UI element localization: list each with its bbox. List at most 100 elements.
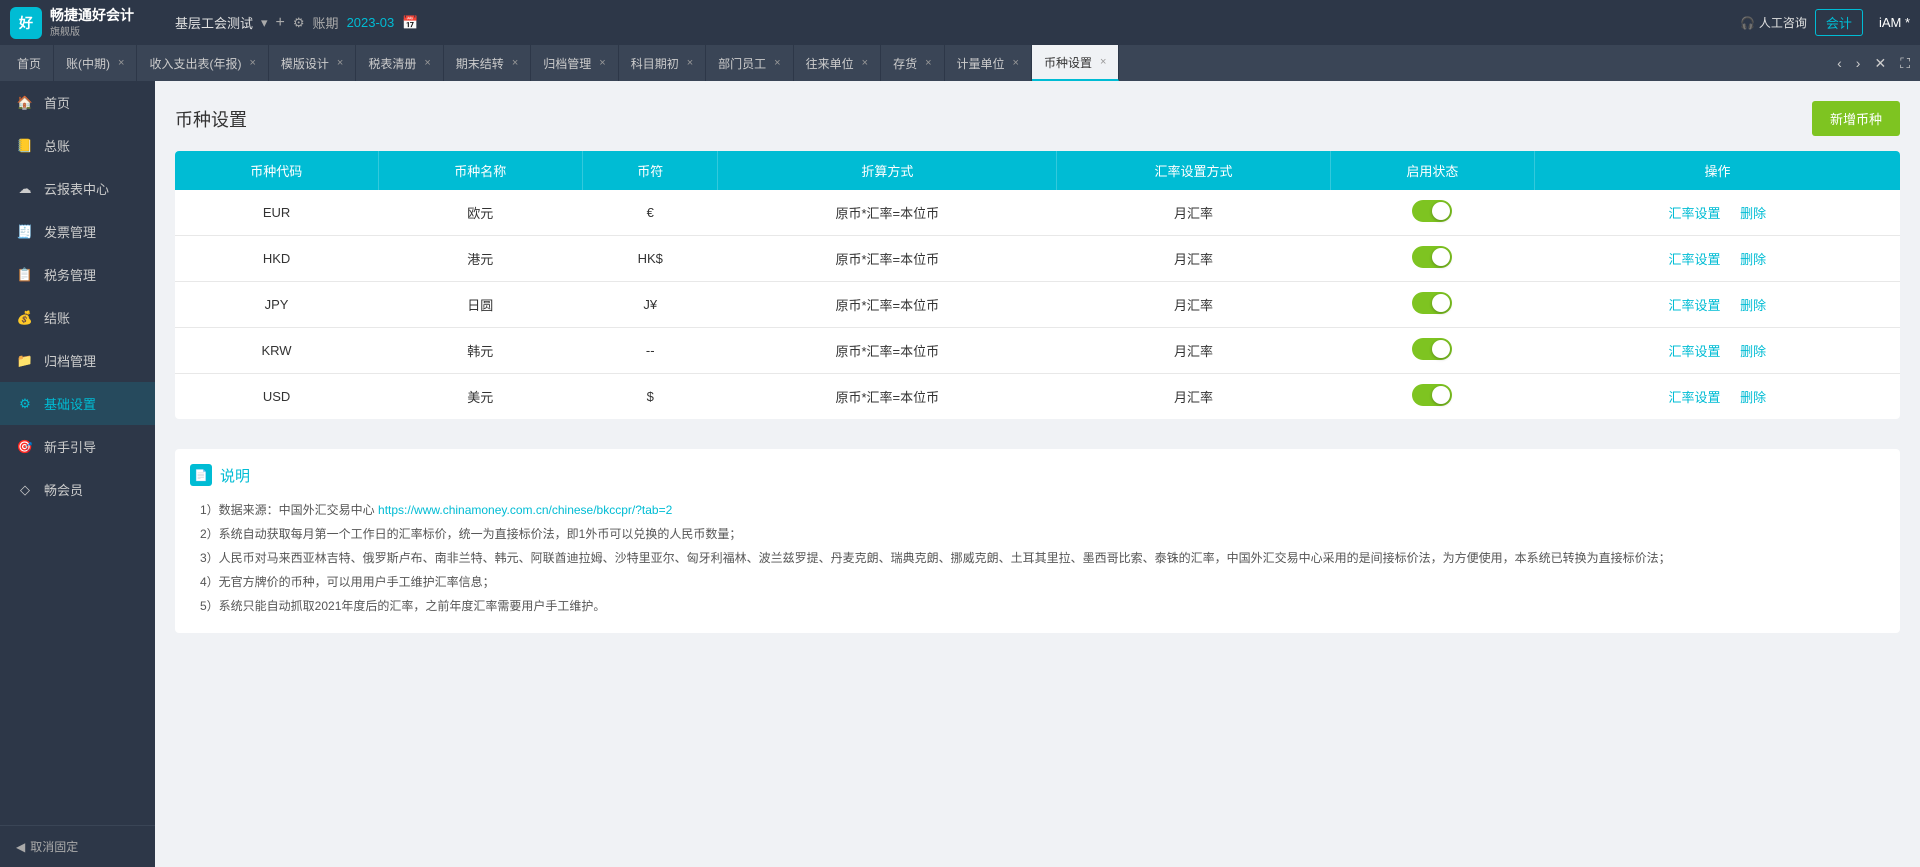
tab-close-icon[interactable]: ×: [512, 57, 518, 69]
tab-税表清册[interactable]: 税表清册×: [356, 45, 443, 81]
support-button[interactable]: 🎧 人工咨询: [1740, 14, 1807, 31]
sidebar-footer[interactable]: ◀ 取消固定: [0, 825, 155, 867]
calendar-icon[interactable]: 📅: [402, 15, 418, 31]
rate-setting-link[interactable]: 汇率设置: [1668, 390, 1720, 405]
logo-text-area: 畅捷通好会计 旗舰版: [50, 7, 134, 39]
tab-账(中期)[interactable]: 账(中期) ×: [54, 45, 137, 81]
tab-close-icon[interactable]: ×: [118, 57, 124, 69]
delete-link[interactable]: 删除: [1740, 390, 1766, 405]
tab-close-icon[interactable]: ×: [687, 57, 693, 69]
enable-status: [1330, 190, 1534, 236]
tab-收入支出表(年报)[interactable]: 收入支出表(年报) ×: [137, 45, 268, 81]
rate-setting-link[interactable]: 汇率设置: [1668, 344, 1720, 359]
tab-close-icon[interactable]: ×: [1013, 57, 1019, 69]
currency-table: 币种代码币种名称币符折算方式汇率设置方式启用状态操作 EUR欧元€原币*汇率=本…: [175, 151, 1900, 419]
notes-item: 5）系统只能自动抓取2021年度后的汇率，之前年度汇率需要用户手工维护。: [190, 594, 1885, 618]
enable-toggle[interactable]: [1412, 200, 1452, 222]
currency-name: 欧元: [378, 190, 582, 236]
enable-toggle[interactable]: [1412, 246, 1452, 268]
delete-link[interactable]: 删除: [1740, 344, 1766, 359]
account-button[interactable]: 会计: [1815, 9, 1863, 36]
add-project-icon[interactable]: +: [276, 14, 285, 32]
enable-status: [1330, 282, 1534, 328]
logo-sub: 旗舰版: [50, 23, 134, 38]
tab-close-icon[interactable]: ×: [925, 57, 931, 69]
tab-close-icon[interactable]: ×: [774, 57, 780, 69]
delete-link[interactable]: 删除: [1740, 252, 1766, 267]
sidebar-item-guide[interactable]: 🎯 新手引导: [0, 425, 155, 468]
currency-name: 日圆: [378, 282, 582, 328]
col-header-折算方式: 折算方式: [718, 151, 1057, 190]
tab-close-icon[interactable]: ×: [599, 57, 605, 69]
guide-icon: 🎯: [16, 438, 34, 456]
operations: 汇率设置 删除: [1535, 236, 1900, 282]
calc-method: 原币*汇率=本位币: [718, 328, 1057, 374]
tab-首页[interactable]: 首页: [5, 45, 54, 81]
tab-close-icon[interactable]: ×: [424, 57, 430, 69]
maximize-tab-button[interactable]: ⛶: [1895, 53, 1915, 74]
enable-toggle[interactable]: [1412, 384, 1452, 406]
tax-icon: 📋: [16, 266, 34, 284]
page-header: 币种设置 新增币种: [175, 101, 1900, 136]
next-tab-button[interactable]: ›: [1851, 53, 1866, 73]
prev-tab-button[interactable]: ‹: [1832, 53, 1847, 73]
tab-label: 账(中期): [66, 55, 110, 72]
enable-toggle[interactable]: [1412, 292, 1452, 314]
tab-label: 收入支出表(年报): [149, 55, 241, 72]
currency-symbol: --: [583, 328, 718, 374]
sidebar-item-ledger[interactable]: 📒 总账: [0, 124, 155, 167]
currency-symbol: $: [583, 374, 718, 420]
sidebar-item-settlement[interactable]: 💰 结账: [0, 296, 155, 339]
tab-计量单位[interactable]: 计量单位×: [945, 45, 1032, 81]
rate-setting-link[interactable]: 汇率设置: [1668, 252, 1720, 267]
tab-部门员工[interactable]: 部门员工×: [706, 45, 793, 81]
col-header-操作: 操作: [1535, 151, 1900, 190]
tab-期末结转[interactable]: 期末结转×: [444, 45, 531, 81]
settings-icon[interactable]: ⚙: [293, 15, 305, 31]
support-label: 人工咨询: [1759, 14, 1807, 31]
tab-close-icon[interactable]: ×: [862, 57, 868, 69]
tab-往来单位[interactable]: 往来单位×: [794, 45, 881, 81]
enable-status: [1330, 374, 1534, 420]
delete-link[interactable]: 删除: [1740, 206, 1766, 221]
tab-币种设置[interactable]: 币种设置×: [1032, 45, 1119, 81]
new-currency-button[interactable]: 新增币种: [1812, 101, 1900, 136]
project-dropdown-icon[interactable]: ▾: [261, 15, 268, 31]
sidebar-item-archive[interactable]: 📁 归档管理: [0, 339, 155, 382]
tab-close-icon[interactable]: ×: [249, 57, 255, 69]
tab-close-icon[interactable]: ×: [337, 57, 343, 69]
project-name[interactable]: 基层工会测试: [175, 13, 253, 32]
sidebar-item-tax[interactable]: 📋 税务管理: [0, 253, 155, 296]
tab-存货[interactable]: 存货×: [881, 45, 944, 81]
sidebar-item-settings[interactable]: ⚙ 基础设置: [0, 382, 155, 425]
sidebar-label-guide: 新手引导: [44, 437, 96, 456]
tab-归档管理[interactable]: 归档管理×: [531, 45, 618, 81]
sidebar-item-invoice[interactable]: 🧾 发票管理: [0, 210, 155, 253]
operations: 汇率设置 删除: [1535, 328, 1900, 374]
settings-icon: ⚙: [16, 395, 34, 413]
sidebar-label-home: 首页: [44, 93, 70, 112]
currency-code: HKD: [175, 236, 378, 282]
close-tab-button[interactable]: ✕: [1869, 53, 1891, 74]
sidebar-item-reports[interactable]: ☁ 云报表中心: [0, 167, 155, 210]
delete-link[interactable]: 删除: [1740, 298, 1766, 313]
iam-label: iAM *: [1879, 15, 1910, 30]
col-header-汇率设置方式: 汇率设置方式: [1057, 151, 1330, 190]
sidebar-label-reports: 云报表中心: [44, 179, 109, 198]
notes-item: 4）无官方牌价的币种，可以用用户手工维护汇率信息；: [190, 570, 1885, 594]
rate-setting-link[interactable]: 汇率设置: [1668, 206, 1720, 221]
tab-close-icon[interactable]: ×: [1100, 56, 1106, 68]
sidebar-label-settlement: 结账: [44, 308, 70, 327]
notes-link[interactable]: https://www.chinamoney.com.cn/chinese/bk…: [378, 503, 672, 517]
toggle-thumb: [1432, 386, 1450, 404]
enable-toggle[interactable]: [1412, 338, 1452, 360]
tab-模版设计[interactable]: 模版设计×: [269, 45, 356, 81]
rate-setting-link[interactable]: 汇率设置: [1668, 298, 1720, 313]
sidebar-item-member[interactable]: ◇ 畅会员: [0, 468, 155, 511]
sidebar-item-home[interactable]: 🏠 首页: [0, 81, 155, 124]
toggle-thumb: [1432, 202, 1450, 220]
app-container: 好 畅捷通好会计 旗舰版 基层工会测试 ▾ + ⚙ 账期 2023-03 📅 🎧…: [0, 0, 1920, 867]
tab-bar: 首页账(中期)×收入支出表(年报)×模版设计×税表清册×期末结转×归档管理×科目…: [0, 45, 1920, 81]
sidebar-items: 🏠 首页 📒 总账 ☁ 云报表中心 🧾 发票管理 📋 税务管理 💰 结账 📁 归…: [0, 81, 155, 511]
tab-科目期初[interactable]: 科目期初×: [619, 45, 706, 81]
